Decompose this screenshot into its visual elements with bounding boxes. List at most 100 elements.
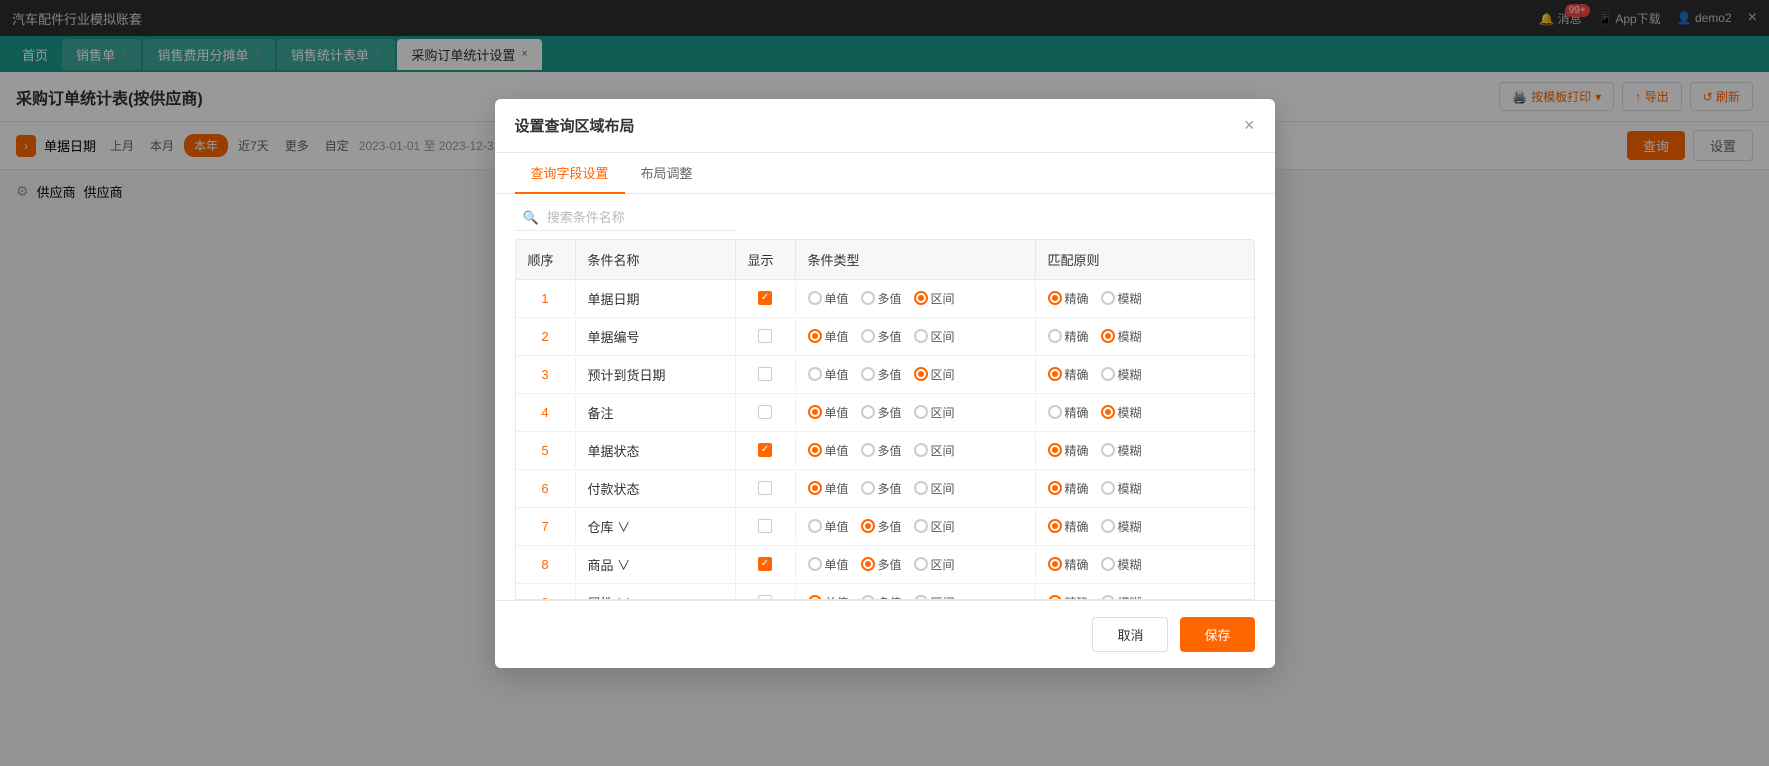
cell-name: 仓库 ∨ — [576, 508, 736, 545]
radio-type-单值[interactable]: 单值 — [808, 328, 849, 345]
cell-type: 单值多值区间 — [796, 357, 1036, 392]
display-checkbox[interactable] — [758, 367, 772, 381]
radio-type-多值[interactable]: 多值 — [861, 290, 902, 307]
radio-circle — [861, 291, 875, 305]
radio-type-区间[interactable]: 区间 — [914, 556, 955, 573]
radio-match-精确[interactable]: 精确 — [1048, 328, 1089, 345]
cell-display-checkbox[interactable] — [736, 548, 796, 580]
cell-type: 单值多值区间 — [796, 319, 1036, 354]
cell-display-checkbox[interactable] — [736, 320, 796, 352]
radio-match-模糊[interactable]: 模糊 — [1101, 518, 1142, 535]
cell-match: 精确模糊 — [1036, 319, 1216, 354]
cell-display-checkbox[interactable] — [736, 586, 796, 600]
radio-type-多值[interactable]: 多值 — [861, 480, 902, 497]
cell-display-checkbox[interactable] — [736, 510, 796, 542]
config-table-header: 顺序 条件名称 显示 条件类型 匹配原则 — [515, 239, 1255, 280]
radio-match-模糊[interactable]: 模糊 — [1101, 404, 1142, 421]
radio-match-精确[interactable]: 精确 — [1048, 404, 1089, 421]
cell-type: 单值多值区间 — [796, 281, 1036, 316]
radio-type-区间[interactable]: 区间 — [914, 480, 955, 497]
radio-circle — [1048, 367, 1062, 381]
radio-type-区间[interactable]: 区间 — [914, 442, 955, 459]
cell-display-checkbox[interactable] — [736, 434, 796, 466]
search-input[interactable] — [547, 210, 707, 225]
radio-type-单值[interactable]: 单值 — [808, 480, 849, 497]
display-checkbox[interactable] — [758, 329, 772, 343]
radio-match-模糊[interactable]: 模糊 — [1101, 480, 1142, 497]
radio-type-区间[interactable]: 区间 — [914, 290, 955, 307]
dialog-header: 设置查询区域布局 × — [495, 99, 1275, 153]
radio-type-单值[interactable]: 单值 — [808, 290, 849, 307]
th-name: 条件名称 — [576, 240, 736, 279]
dialog-tab-fields[interactable]: 查询字段设置 — [515, 153, 625, 194]
radio-type-单值[interactable]: 单值 — [808, 518, 849, 535]
radio-type-区间[interactable]: 区间 — [914, 328, 955, 345]
radio-type-多值[interactable]: 多值 — [861, 404, 902, 421]
cell-display-checkbox[interactable] — [736, 358, 796, 390]
dialog-footer: 取消 保存 — [495, 600, 1275, 668]
radio-circle — [808, 405, 822, 419]
radio-match-精确[interactable]: 精确 — [1048, 366, 1089, 383]
radio-type-多值[interactable]: 多值 — [861, 366, 902, 383]
display-checkbox[interactable] — [758, 519, 772, 533]
radio-match-模糊[interactable]: 模糊 — [1101, 442, 1142, 459]
cell-order: 4 — [516, 396, 576, 429]
cell-display-checkbox[interactable] — [736, 396, 796, 428]
display-checkbox[interactable] — [758, 557, 772, 571]
radio-type-单值[interactable]: 单值 — [808, 442, 849, 459]
radio-circle — [861, 329, 875, 343]
cell-name: 单据日期 — [576, 280, 736, 317]
radio-type-区间[interactable]: 区间 — [914, 404, 955, 421]
radio-type-单值[interactable]: 单值 — [808, 404, 849, 421]
display-checkbox[interactable] — [758, 443, 772, 457]
radio-circle — [861, 519, 875, 533]
cell-order: 1 — [516, 282, 576, 315]
display-checkbox[interactable] — [758, 481, 772, 495]
radio-type-区间[interactable]: 区间 — [914, 366, 955, 383]
radio-match-模糊[interactable]: 模糊 — [1101, 290, 1142, 307]
radio-circle — [808, 481, 822, 495]
radio-match-模糊[interactable]: 模糊 — [1101, 556, 1142, 573]
cell-display-checkbox[interactable] — [736, 472, 796, 504]
cell-name: 单据编号 — [576, 318, 736, 355]
display-checkbox[interactable] — [758, 405, 772, 419]
config-row: 5单据状态单值多值区间精确模糊 — [516, 432, 1254, 470]
radio-match-精确[interactable]: 精确 — [1048, 480, 1089, 497]
radio-type-区间[interactable]: 区间 — [914, 518, 955, 535]
display-checkbox[interactable] — [758, 291, 772, 305]
radio-circle — [914, 329, 928, 343]
radio-match-模糊[interactable]: 模糊 — [1101, 328, 1142, 345]
radio-match-精确[interactable]: 精确 — [1048, 556, 1089, 573]
radio-match-精确[interactable]: 精确 — [1048, 290, 1089, 307]
radio-circle — [808, 557, 822, 571]
radio-circle — [1101, 481, 1115, 495]
radio-type-多值[interactable]: 多值 — [861, 556, 902, 573]
radio-match-模糊[interactable]: 模糊 — [1101, 366, 1142, 383]
radio-circle — [914, 443, 928, 457]
radio-type-多值[interactable]: 多值 — [861, 328, 902, 345]
radio-circle — [914, 481, 928, 495]
radio-circle — [1101, 443, 1115, 457]
radio-type-单值[interactable]: 单值 — [808, 556, 849, 573]
radio-circle — [1048, 519, 1062, 533]
radio-type-多值[interactable]: 多值 — [861, 518, 902, 535]
cell-display-checkbox[interactable] — [736, 282, 796, 314]
cell-match: 精确模糊 — [1036, 509, 1216, 544]
cell-match: 精确模糊 — [1036, 547, 1216, 582]
config-row: 8商品 ∨单值多值区间精确模糊 — [516, 546, 1254, 584]
dialog-close-button[interactable]: × — [1244, 116, 1255, 134]
cell-match: 精确模糊 — [1036, 471, 1216, 506]
radio-type-单值[interactable]: 单值 — [808, 366, 849, 383]
radio-match-精确[interactable]: 精确 — [1048, 518, 1089, 535]
config-row: 6付款状态单值多值区间精确模糊 — [516, 470, 1254, 508]
cell-type: 单值多值区间 — [796, 471, 1036, 506]
save-button[interactable]: 保存 — [1180, 617, 1254, 652]
radio-type-多值[interactable]: 多值 — [861, 442, 902, 459]
dialog-tab-layout[interactable]: 布局调整 — [625, 153, 709, 194]
radio-circle — [861, 443, 875, 457]
radio-circle — [914, 291, 928, 305]
cell-order: 9 — [516, 586, 576, 600]
radio-match-精确[interactable]: 精确 — [1048, 442, 1089, 459]
cancel-button[interactable]: 取消 — [1092, 617, 1168, 652]
radio-circle — [1048, 481, 1062, 495]
